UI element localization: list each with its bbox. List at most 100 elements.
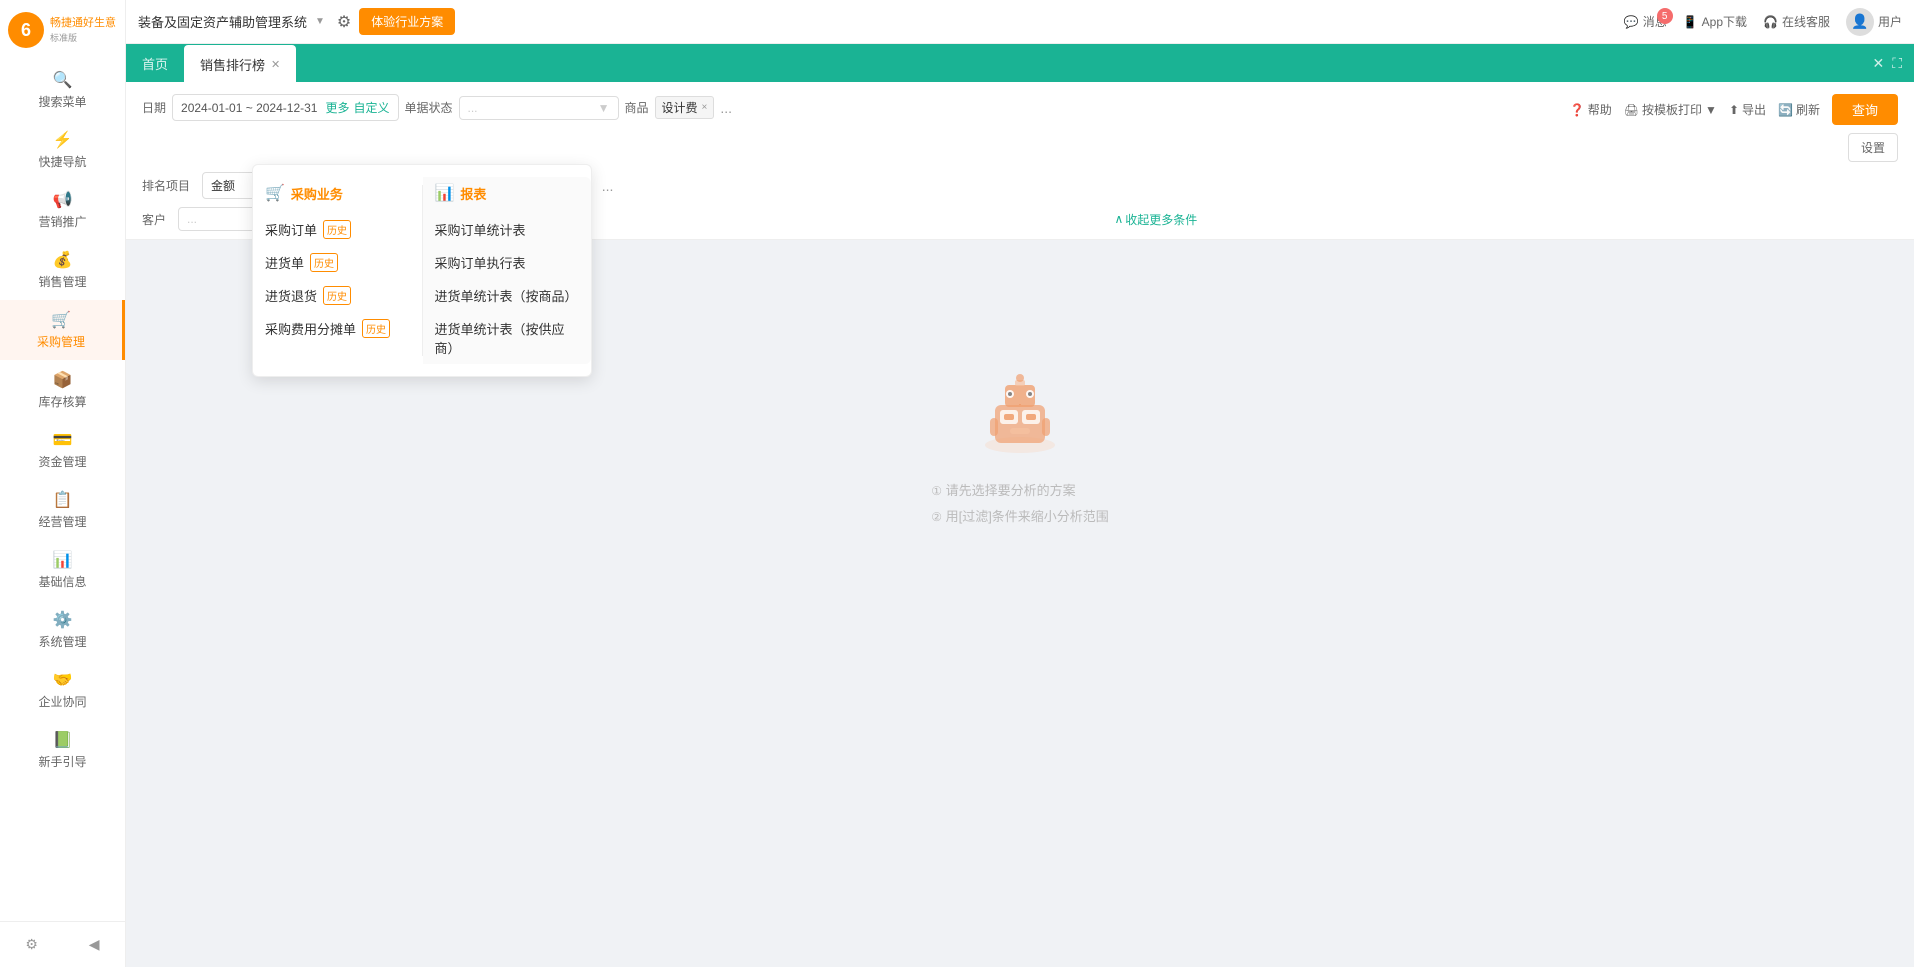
refresh-btn[interactable]: 🔄 刷新 (1778, 101, 1820, 118)
topbar-right: 💬 消息 5 📱 App下载 🎧 在线客服 👤 用户 (1624, 8, 1902, 36)
empty-line1: ① 请先选择要分析的方案 (931, 478, 1109, 504)
industry-btn[interactable]: 体验行业方案 (359, 8, 455, 35)
query-button[interactable]: 查询 (1832, 94, 1898, 125)
sidebar-item-label-sales: 销售管理 (38, 273, 86, 290)
hist-badge-2: 历史 (323, 286, 351, 305)
sidebar-item-label-system: 系统管理 (38, 633, 86, 650)
search-icon: 🔍 (53, 70, 73, 90)
content-area: 日期 2024-01-01 ~ 2024-12-31 更多 自定义 单据状态 .… (126, 82, 1914, 967)
phone-icon: 📱 (1683, 15, 1698, 29)
topbar-dropdown[interactable]: ▼ (315, 16, 325, 27)
sidebar-item-label-operation: 经营管理 (38, 513, 86, 530)
sidebar-item-label-marketing: 营销推广 (38, 213, 86, 230)
sidebar-item-search[interactable]: 🔍搜索菜单 (0, 60, 125, 120)
dropdown-item-stock-return[interactable]: 进货退货 历史 (265, 279, 410, 312)
sidebar-collapse-btn[interactable]: ◀ (85, 932, 104, 957)
main-area: 装备及固定资产辅助管理系统 ▼ ⚙ 体验行业方案 💬 消息 5 📱 App下载 … (126, 0, 1914, 967)
expand-icon[interactable]: ⛶ (1892, 55, 1902, 72)
sidebar-item-collab[interactable]: 🤝 企业协同 (0, 660, 125, 720)
tab-home[interactable]: 首页 (126, 44, 184, 82)
customer-label: 客户 (142, 211, 166, 228)
online-service-btn[interactable]: 🎧 在线客服 (1763, 13, 1830, 30)
tab-close-icon[interactable]: ✕ (271, 58, 280, 71)
date-custom[interactable]: 自定义 (353, 99, 389, 116)
sales-icon: 💰 (53, 250, 73, 270)
headset-icon: 🎧 (1763, 15, 1778, 29)
hist-badge-0: 历史 (323, 220, 351, 239)
sidebar-item-quicknav[interactable]: ⚡ 快捷导航 (0, 120, 125, 180)
dropdown-menu: 🛒 采购业务 采购订单 历史 进货单 历史 进货退货 (252, 164, 592, 377)
purchase-icon: 🛒 (51, 310, 71, 330)
sidebar-nav: 🔍搜索菜单 ⚡ 快捷导航 📢营销推广 💰 销售管理 🛒 采购管理 📦库存核算 💳 资金管理 📋 经营管理… (0, 60, 125, 921)
sidebar-item-label-finance: 资金管理 (38, 453, 86, 470)
sidebar-item-system[interactable]: ⚙️系统管理 (0, 600, 125, 660)
collab-icon: 🤝 (53, 670, 73, 690)
dropdown-item-order-stat[interactable]: 采购订单统计表 (435, 213, 580, 246)
refresh-icon: 🔄 (1778, 103, 1793, 117)
sidebar: 6 畅捷通好生意 标准版 🔍搜索菜单⚡快捷导航📢营销推广💰销售管理🛒采购管理📦库… (0, 0, 126, 967)
chevron-up-icon: ∧ (1114, 212, 1123, 226)
dropdown-item-stock-supplier[interactable]: 进货单统计表（按供应商） (435, 312, 580, 364)
app-download-btn[interactable]: 📱 App下载 (1683, 13, 1747, 30)
messages-btn[interactable]: 💬 消息 5 (1624, 13, 1667, 30)
collapse-btn[interactable]: ∧ 收起更多条件 (1114, 211, 1197, 228)
goods-label: 商品 (625, 99, 649, 116)
sidebar-item-label-quicknav: 快捷导航 (38, 153, 86, 170)
quicknav-icon: ⚡ (53, 130, 73, 150)
sidebar-item-operation[interactable]: 📋 经营管理 (0, 480, 125, 540)
print-btn[interactable]: 🖨 按模板打印 ▼ (1624, 101, 1717, 118)
dropdown-item-purchase-order[interactable]: 采购订单 历史 (265, 213, 410, 246)
sidebar-item-finance[interactable]: 💳 资金管理 (0, 420, 125, 480)
dropdown-col1-title: 🛒 采购业务 (265, 177, 410, 213)
print-icon: 🖨 (1624, 103, 1639, 117)
sidebar-item-label-collab: 企业协同 (38, 693, 86, 710)
operation-icon: 📋 (53, 490, 73, 510)
logo-icon: 6 (8, 12, 44, 48)
tabs-bar: 首页 销售排行榜 ✕ ✕ ⛶ (126, 44, 1914, 82)
sidebar-item-sales[interactable]: 💰 销售管理 (0, 240, 125, 300)
dropdown-col-purchase: 🛒 采购业务 采购订单 历史 进货单 历史 进货退货 (253, 177, 422, 364)
settings-icon[interactable]: ⚙ (337, 12, 351, 32)
dropdown-item-order-exec[interactable]: 采购订单执行表 (435, 246, 580, 279)
dropdown-item-stock-in[interactable]: 进货单 历史 (265, 246, 410, 279)
right-action-panel: ❓ 帮助 🖨 按模板打印 ▼ ⬆ 导出 (1570, 94, 1898, 162)
goods-dots[interactable]: ... (720, 100, 732, 116)
close-window-icon[interactable]: ✕ (1872, 55, 1884, 72)
tab-home-label: 首页 (142, 54, 168, 73)
rank-label: 排名项目 (142, 177, 190, 194)
goods-tag: 设计费 × (655, 96, 715, 119)
sidebar-item-inventory[interactable]: 📦库存核算 (0, 360, 125, 420)
system-title: 装备及固定资产辅助管理系统 (138, 12, 307, 31)
date-value: 2024-01-01 ~ 2024-12-31 (181, 101, 317, 115)
finance-icon: 💳 (53, 430, 73, 450)
date-more[interactable]: 更多 (325, 99, 349, 116)
salesperson-dots[interactable]: ... (602, 178, 614, 194)
tab-expand: ✕ ⛶ (1860, 55, 1914, 72)
dropdown-item-stock-goods[interactable]: 进货单统计表（按商品） (435, 279, 580, 312)
basicinfo-icon: 📊 (53, 550, 73, 570)
help-btn[interactable]: ❓ 帮助 (1570, 101, 1612, 118)
sidebar-item-marketing[interactable]: 📢营销推广 (0, 180, 125, 240)
sidebar-item-purchase[interactable]: 🛒 采购管理 (0, 300, 125, 360)
message-badge: 5 (1657, 8, 1673, 24)
status-input[interactable]: ... ▼ (459, 96, 619, 120)
purchase-col-icon: 🛒 (265, 183, 285, 203)
sidebar-settings-btn[interactable]: ⚙ (21, 932, 42, 957)
export-btn[interactable]: ⬆ 导出 (1729, 101, 1766, 118)
sidebar-bottom: ⚙ ◀ (0, 921, 125, 967)
sidebar-item-label-purchase: 采购管理 (37, 333, 85, 350)
sidebar-item-label-basicinfo: 基础信息 (38, 573, 86, 590)
tab-sales-rank[interactable]: 销售排行榜 ✕ (184, 45, 296, 83)
inventory-icon: 📦 (53, 370, 73, 390)
help-icon: ❓ (1570, 103, 1585, 117)
settings-button[interactable]: 设置 (1848, 133, 1898, 162)
user-avatar[interactable]: 👤 用户 (1846, 8, 1902, 36)
customer-placeholder: ... (187, 212, 197, 226)
topbar: 装备及固定资产辅助管理系统 ▼ ⚙ 体验行业方案 💬 消息 5 📱 App下载 … (126, 0, 1914, 44)
dropdown-item-purchase-cost[interactable]: 采购费用分摊单 历史 (265, 312, 410, 345)
date-input[interactable]: 2024-01-01 ~ 2024-12-31 更多 自定义 (172, 94, 398, 121)
goods-tag-close-icon[interactable]: × (702, 102, 708, 113)
sidebar-item-basicinfo[interactable]: 📊 基础信息 (0, 540, 125, 600)
tab-sales-rank-label: 销售排行榜 (200, 55, 265, 74)
sidebar-item-newbie[interactable]: 📗新手引导 (0, 720, 125, 780)
